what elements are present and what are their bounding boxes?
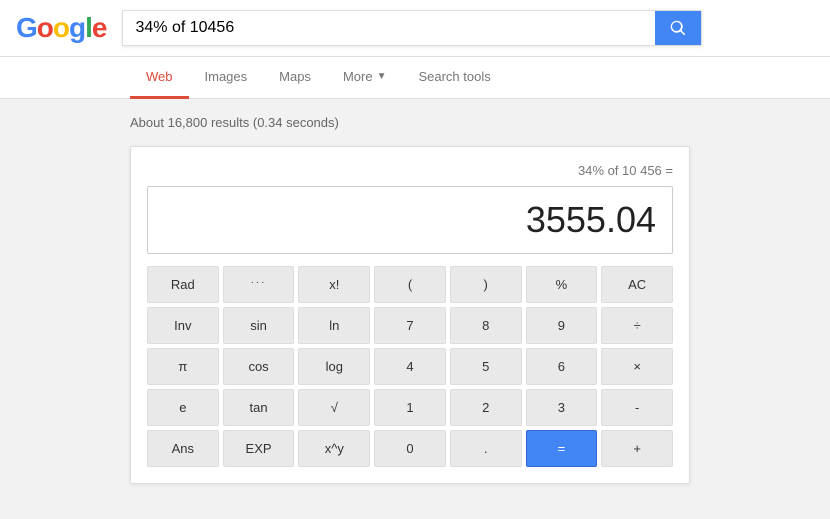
- calc-btn-7[interactable]: 7: [374, 307, 446, 344]
- calc-btn-5[interactable]: 5: [450, 348, 522, 385]
- tab-maps[interactable]: Maps: [263, 57, 327, 99]
- calc-btn-4[interactable]: 4: [374, 348, 446, 385]
- calc-btn-x_[interactable]: x!: [298, 266, 370, 303]
- calc-btn-Rad[interactable]: Rad: [147, 266, 219, 303]
- calc-display: 3555.04: [147, 186, 673, 254]
- calc-btn-_[interactable]: ×: [601, 348, 673, 385]
- calc-btn-_[interactable]: -: [601, 389, 673, 426]
- calc-btn-AC[interactable]: AC: [601, 266, 673, 303]
- calc-btn-EXP[interactable]: EXP: [223, 430, 295, 467]
- calc-btn-_[interactable]: .: [450, 430, 522, 467]
- search-bar: [122, 10, 702, 46]
- calc-btn-_[interactable]: %: [526, 266, 598, 303]
- calc-btn-_[interactable]: ÷: [601, 307, 673, 344]
- calc-btn-tan[interactable]: tan: [223, 389, 295, 426]
- calc-btn-6[interactable]: 6: [526, 348, 598, 385]
- calc-btn-_[interactable]: √: [298, 389, 370, 426]
- results-area: About 16,800 results (0.34 seconds) 34% …: [0, 99, 830, 500]
- calc-btn-x_y[interactable]: x^y: [298, 430, 370, 467]
- search-input[interactable]: [123, 11, 655, 45]
- calc-btn-3[interactable]: 3: [526, 389, 598, 426]
- calc-expression: 34% of 10 456 =: [147, 163, 673, 178]
- search-icon: [669, 19, 687, 37]
- calc-btn-Inv[interactable]: Inv: [147, 307, 219, 344]
- calc-btn-cos[interactable]: cos: [223, 348, 295, 385]
- calc-btn-ln[interactable]: ln: [298, 307, 370, 344]
- tab-web[interactable]: Web: [130, 57, 189, 99]
- calc-btn-1[interactable]: 1: [374, 389, 446, 426]
- header: Google: [0, 0, 830, 57]
- calc-btn-9[interactable]: 9: [526, 307, 598, 344]
- tab-more[interactable]: More ▼: [327, 57, 403, 99]
- tab-search-tools[interactable]: Search tools: [402, 57, 506, 99]
- tab-images[interactable]: Images: [189, 57, 264, 99]
- calc-btn-log[interactable]: log: [298, 348, 370, 385]
- calc-btn-e[interactable]: e: [147, 389, 219, 426]
- calc-btn-___[interactable]: ···: [223, 266, 295, 303]
- calc-btn-Ans[interactable]: Ans: [147, 430, 219, 467]
- results-count: About 16,800 results (0.34 seconds): [130, 115, 700, 130]
- calc-btn-8[interactable]: 8: [450, 307, 522, 344]
- search-button[interactable]: [655, 11, 701, 45]
- calc-btn-_[interactable]: (: [374, 266, 446, 303]
- calc-btn-2[interactable]: 2: [450, 389, 522, 426]
- chevron-down-icon: ▼: [377, 71, 387, 82]
- calculator: 34% of 10 456 = 3555.04 Rad···x!()%AC Inv…: [130, 146, 690, 484]
- nav-tabs: Web Images Maps More ▼ Search tools: [0, 57, 830, 99]
- calc-btn-sin[interactable]: sin: [223, 307, 295, 344]
- calc-btn-_[interactable]: =: [526, 430, 598, 467]
- calc-buttons: Rad···x!()%AC Invsinln789÷ πcoslog456× etan…: [147, 266, 673, 467]
- google-logo[interactable]: Google: [16, 12, 106, 44]
- calc-btn-0[interactable]: 0: [374, 430, 446, 467]
- calc-btn-_[interactable]: +: [601, 430, 673, 467]
- calc-btn-_[interactable]: π: [147, 348, 219, 385]
- calc-btn-_[interactable]: ): [450, 266, 522, 303]
